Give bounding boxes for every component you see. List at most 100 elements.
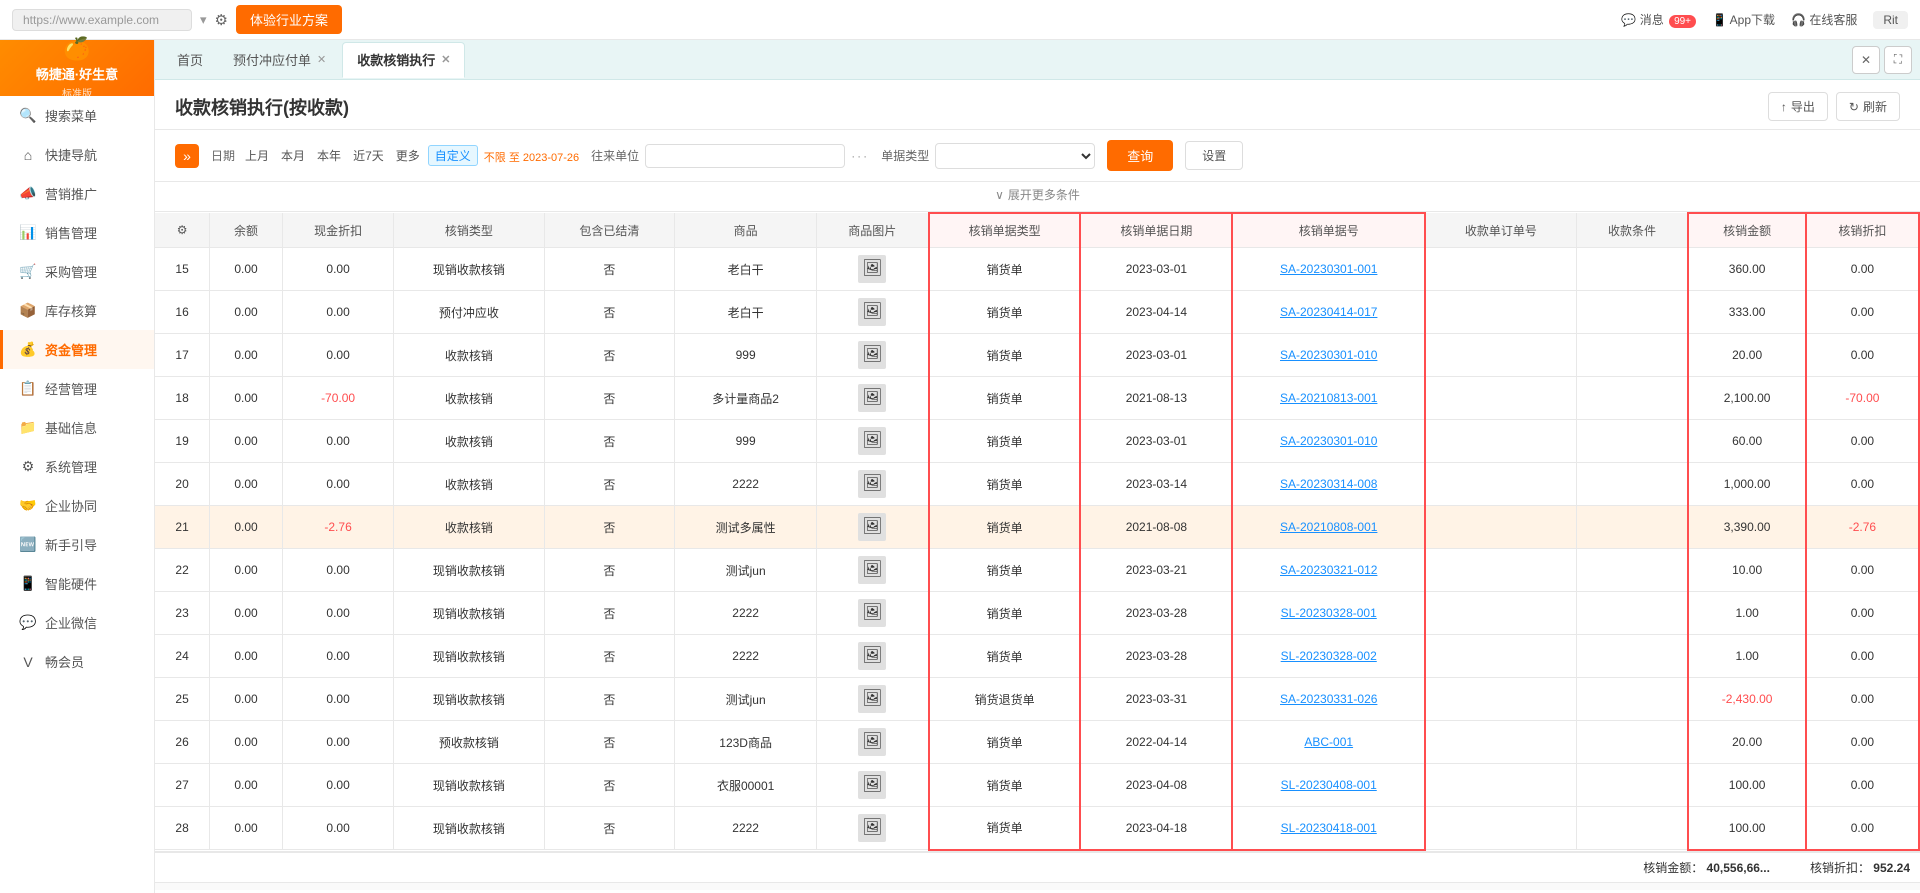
filter-expand-btn[interactable]: »	[175, 144, 199, 168]
service-btn[interactable]: 🎧 在线客服	[1791, 11, 1857, 28]
bill-no-link[interactable]: ABC-001	[1304, 735, 1353, 749]
page-header-actions: ↑ 导出 ↻ 刷新	[1768, 92, 1900, 121]
td-balance: 0.00	[210, 678, 283, 721]
bill-no-link[interactable]: SA-20230414-017	[1280, 305, 1377, 319]
export-btn[interactable]: ↑ 导出	[1768, 92, 1828, 121]
date-btn-7days[interactable]: 近7天	[349, 145, 388, 166]
query-btn[interactable]: 查询	[1107, 140, 1173, 171]
tab-collection[interactable]: 收款核销执行✕	[342, 42, 465, 78]
sidebar-item-system[interactable]: ⚙系统管理	[0, 447, 154, 486]
maximize-btn[interactable]: ⛶	[1884, 46, 1912, 74]
user-label[interactable]: Rit	[1873, 11, 1908, 29]
tab-close-collection[interactable]: ✕	[441, 53, 450, 66]
td-goods: 多计量商品2	[675, 377, 817, 420]
bill-no-link[interactable]: SL-20230408-001	[1281, 778, 1377, 792]
td-verify_bill_no[interactable]: SA-20230301-010	[1232, 334, 1425, 377]
td-collection_order_no	[1425, 420, 1576, 463]
sidebar-item-wechat[interactable]: 💬企业微信	[0, 603, 154, 642]
bill-no-link[interactable]: SA-20230314-008	[1280, 477, 1377, 491]
sidebar-item-search-menu[interactable]: 🔍搜索菜单	[0, 96, 154, 135]
sidebar-label-marketing: 营销推广	[45, 184, 97, 203]
date-btn-this-year[interactable]: 本年	[313, 145, 345, 166]
filter-settings-btn[interactable]: 设置	[1185, 141, 1243, 170]
td-verify_amount: 20.00	[1688, 334, 1805, 377]
horizontal-scrollbar[interactable]	[155, 882, 1920, 890]
address-bar[interactable]: https://www.example.com	[12, 9, 192, 31]
sidebar-item-enterprise[interactable]: 🤝企业协同	[0, 486, 154, 525]
td-verify_bill_no[interactable]: SL-20230328-002	[1232, 635, 1425, 678]
bill-no-link[interactable]: SL-20230418-001	[1281, 821, 1377, 835]
td-verify_bill_no[interactable]: SA-20230314-008	[1232, 463, 1425, 506]
table-row: 180.00-70.00收款核销否多计量商品2🖼销货单2021-08-13SA-…	[155, 377, 1919, 420]
bill-type-select[interactable]	[935, 143, 1095, 169]
sidebar-label-wechat: 企业微信	[45, 613, 97, 632]
td-verify_bill_no[interactable]: SA-20210813-001	[1232, 377, 1425, 420]
table-row: 210.00-2.76收款核销否测试多属性🖼销货单2021-08-08SA-20…	[155, 506, 1919, 549]
sidebar-item-sales[interactable]: 📊销售管理	[0, 213, 154, 252]
tab-home[interactable]: 首页	[163, 42, 217, 78]
td-verify_bill_no[interactable]: SA-20230301-001	[1232, 248, 1425, 291]
sidebar-item-quick-nav[interactable]: ⌂快捷导航	[0, 135, 154, 174]
td-collection_order_no	[1425, 463, 1576, 506]
td-verify_bill_no[interactable]: SA-20230331-026	[1232, 678, 1425, 721]
td-collection_condition	[1576, 592, 1688, 635]
bill-no-link[interactable]: SA-20210813-001	[1280, 391, 1377, 405]
logo-title: 畅捷通·好生意	[36, 64, 118, 83]
sidebar-item-basic-info[interactable]: 📁基础信息	[0, 408, 154, 447]
td-verify_bill_no[interactable]: SA-20210808-001	[1232, 506, 1425, 549]
bill-no-link[interactable]: SL-20230328-002	[1281, 649, 1377, 663]
td-verify_bill_date: 2021-08-08	[1080, 506, 1232, 549]
date-btn-last-month[interactable]: 上月	[241, 145, 273, 166]
td-verify_bill_no[interactable]: ABC-001	[1232, 721, 1425, 764]
partner-input[interactable]	[645, 144, 845, 168]
bill-no-link[interactable]: SA-20230331-026	[1280, 692, 1377, 706]
sidebar-item-inventory[interactable]: 📦库存核算	[0, 291, 154, 330]
bill-no-link[interactable]: SL-20230328-001	[1281, 606, 1377, 620]
sidebar-item-guide[interactable]: 🆕新手引导	[0, 525, 154, 564]
td-verify_type: 预收款核销	[394, 721, 544, 764]
service-icon: 🎧	[1791, 13, 1806, 27]
industry-btn[interactable]: 体验行业方案	[236, 5, 342, 34]
td-goods: 999	[675, 420, 817, 463]
sidebar-item-finance[interactable]: 💰资金管理	[0, 330, 154, 369]
td-verify_bill_no[interactable]: SL-20230328-001	[1232, 592, 1425, 635]
td-verify_type: 收款核销	[394, 377, 544, 420]
app-download-btn[interactable]: 📱 App下载	[1712, 11, 1775, 28]
message-btn[interactable]: 💬 消息 99+	[1621, 11, 1696, 28]
table-header-row: ⚙余额现金折扣核销类型包含已结清商品商品图片核销单据类型核销单据日期核销单据号收…	[155, 213, 1919, 248]
tab-close-prepaid[interactable]: ✕	[317, 53, 326, 66]
td-verify_bill_no[interactable]: SL-20230408-001	[1232, 764, 1425, 807]
refresh-btn[interactable]: ↻ 刷新	[1836, 92, 1900, 121]
date-btn-this-month[interactable]: 本月	[277, 145, 309, 166]
sidebar-item-operations[interactable]: 📋经营管理	[0, 369, 154, 408]
sidebar-item-purchase[interactable]: 🛒采购管理	[0, 252, 154, 291]
footer-discount-value: 952.24	[1873, 861, 1910, 875]
td-verify_bill_no[interactable]: SA-20230414-017	[1232, 291, 1425, 334]
bill-no-link[interactable]: SA-20210808-001	[1280, 520, 1377, 534]
bill-no-link[interactable]: SA-20230301-010	[1280, 348, 1377, 362]
sidebar-item-smart-hardware[interactable]: 📱智能硬件	[0, 564, 154, 603]
tab-prepaid[interactable]: 预付冲应付单✕	[219, 42, 340, 78]
date-btn-more[interactable]: 更多	[392, 145, 424, 166]
sidebar-item-marketing[interactable]: 📣营销推广	[0, 174, 154, 213]
th-collection_condition: 收款条件	[1576, 213, 1688, 248]
td-goods: 测试jun	[675, 678, 817, 721]
td-goods: 2222	[675, 807, 817, 850]
sidebar-label-smart-hardware: 智能硬件	[45, 574, 97, 593]
gear-icon[interactable]: ⚙	[215, 11, 228, 29]
td-balance: 0.00	[210, 463, 283, 506]
table-footer: 核销金额： 40,556,66... 核销折扣： 952.24	[155, 851, 1920, 882]
expand-more-conditions[interactable]: ∨ 展开更多条件	[175, 182, 1900, 207]
bill-no-link[interactable]: SA-20230321-012	[1280, 563, 1377, 577]
bill-no-link[interactable]: SA-20230301-001	[1280, 262, 1377, 276]
date-btn-custom[interactable]: 自定义	[428, 145, 478, 166]
table-row: 190.000.00收款核销否999🖼销货单2023-03-01SA-20230…	[155, 420, 1919, 463]
td-verify_bill_no[interactable]: SA-20230321-012	[1232, 549, 1425, 592]
td-verify_bill_no[interactable]: SA-20230301-010	[1232, 420, 1425, 463]
bill-no-link[interactable]: SA-20230301-010	[1280, 434, 1377, 448]
th-verify_bill_no: 核销单据号	[1232, 213, 1425, 248]
dropdown-icon[interactable]: ▾	[200, 12, 207, 28]
td-verify_bill_no[interactable]: SL-20230418-001	[1232, 807, 1425, 850]
close-tab-btn[interactable]: ✕	[1852, 46, 1880, 74]
sidebar-item-member[interactable]: V畅会员	[0, 642, 154, 681]
